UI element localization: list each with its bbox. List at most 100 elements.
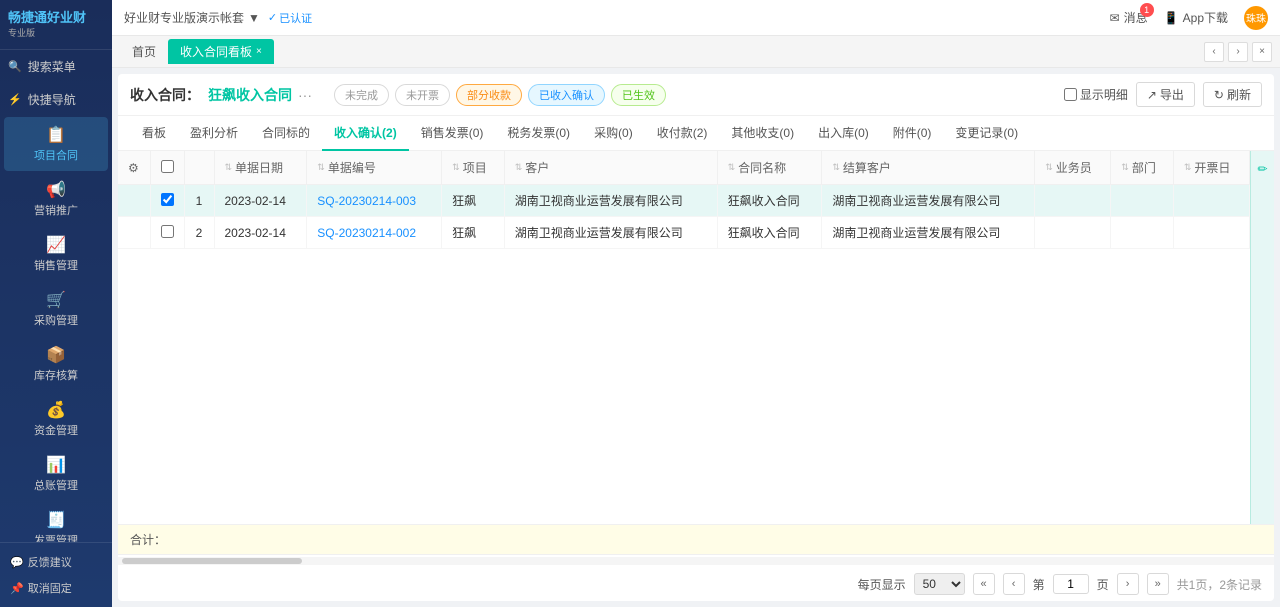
th-customer[interactable]: ⇅ 客户 [504, 151, 717, 185]
row-department-cell [1111, 185, 1174, 217]
settings-gear-icon[interactable]: ⚙ [128, 161, 139, 175]
page-size-select[interactable]: 20 50 100 [914, 573, 965, 595]
tab-revenue-confirm[interactable]: 收入确认(2) [322, 116, 409, 151]
status-tag-confirmed[interactable]: 已收入确认 [528, 84, 605, 106]
row-checkbox-cell[interactable] [150, 217, 184, 249]
sidebar-item-ledger[interactable]: 📊 总账管理 [4, 447, 108, 501]
more-options-button[interactable]: ··· [298, 87, 312, 103]
tabbar-navigation: ‹ › × [1204, 42, 1272, 62]
show-detail-label: 显示明细 [1080, 86, 1128, 103]
sidebar-item-finance[interactable]: 💰 资金管理 [4, 392, 108, 446]
settle-col-label: 结算客户 [843, 159, 891, 176]
order-no-link[interactable]: SQ-20230214-002 [317, 226, 416, 240]
row-checkbox[interactable] [161, 225, 174, 238]
order-no-link[interactable]: SQ-20230214-003 [317, 194, 416, 208]
tab-nav-prev[interactable]: ‹ [1204, 42, 1224, 62]
th-settle-customer[interactable]: ⇅ 结算客户 [822, 151, 1035, 185]
th-department[interactable]: ⇅ 部门 [1111, 151, 1174, 185]
tab-profit-analysis[interactable]: 盈利分析 [178, 116, 250, 151]
purchase-icon: 🛒 [46, 290, 66, 310]
tab-nav-close[interactable]: × [1252, 42, 1272, 62]
row-checkbox-cell[interactable] [150, 185, 184, 217]
tab-attachments[interactable]: 附件(0) [881, 116, 944, 151]
tab-payment[interactable]: 收付款(2) [645, 116, 720, 151]
th-order-no[interactable]: ⇅ 单据编号 [307, 151, 442, 185]
sidebar-quick-nav[interactable]: ⚡ 快捷导航 [0, 83, 112, 116]
horizontal-scrollbar[interactable] [118, 557, 1274, 565]
sidebar-unpin[interactable]: 📌 取消固定 [6, 575, 106, 601]
tab-change-log[interactable]: 变更记录(0) [943, 116, 1030, 151]
show-detail-input[interactable] [1064, 88, 1077, 101]
row-settings-cell [118, 217, 150, 249]
export-button[interactable]: ↗ 导出 [1136, 82, 1195, 107]
sidebar-logo: 畅捷通好业财 专业版 [0, 0, 112, 50]
table-row[interactable]: 1 2023-02-14 SQ-20230214-003 狂飙 湖南卫视商业运营… [118, 185, 1250, 217]
last-page-button[interactable]: » [1147, 573, 1169, 595]
sidebar-item-invoice[interactable]: 🧾 发票管理 [4, 502, 108, 542]
table-area: ⚙ ⇅ 单据日期 [118, 151, 1250, 524]
sidebar-item-sales[interactable]: 📈 销售管理 [4, 227, 108, 281]
marketing-icon: 📢 [46, 180, 66, 200]
sidebar-nav-label: 快捷导航 [28, 91, 76, 108]
tab-purchase[interactable]: 采购(0) [582, 116, 645, 151]
show-detail-checkbox[interactable]: 显示明细 [1064, 86, 1128, 103]
sidebar-item-label: 营销推广 [34, 202, 78, 218]
sidebar-item-project-contract[interactable]: 📋 项目合同 [4, 117, 108, 171]
sidebar-item-inventory[interactable]: 📦 库存核算 [4, 337, 108, 391]
th-checkbox[interactable] [150, 151, 184, 185]
row-order-no-cell[interactable]: SQ-20230214-003 [307, 185, 442, 217]
sidebar-item-label: 库存核算 [34, 367, 78, 383]
status-tag-uninvoiced[interactable]: 未开票 [395, 84, 450, 106]
sidebar-scroll: 📋 项目合同 📢 营销推广 📈 销售管理 🛒 采购管理 📦 库存核算 💰 资金管… [0, 116, 112, 542]
inv-date-sort-icon: ⇅ [1184, 162, 1192, 173]
th-salesman[interactable]: ⇅ 业务员 [1035, 151, 1111, 185]
tab-kanban[interactable]: 看板 [130, 116, 178, 151]
status-tag-partial-payment[interactable]: 部分收款 [456, 84, 522, 106]
page-number-input[interactable] [1053, 574, 1089, 594]
tab-nav-next[interactable]: › [1228, 42, 1248, 62]
table-row[interactable]: 2 2023-02-14 SQ-20230214-002 狂飙 湖南卫视商业运营… [118, 217, 1250, 249]
next-page-button[interactable]: › [1117, 573, 1139, 595]
sidebar-item-marketing[interactable]: 📢 营销推广 [4, 172, 108, 226]
company-selector[interactable]: 好业财专业版演示帐套 ▼ [124, 9, 260, 26]
row-date-cell: 2023-02-14 [214, 185, 307, 217]
status-tag-incomplete[interactable]: 未完成 [334, 84, 389, 106]
messages-button[interactable]: ✉ 消息 1 [1110, 9, 1148, 26]
first-page-button[interactable]: « [973, 573, 995, 595]
row-order-no-cell[interactable]: SQ-20230214-002 [307, 217, 442, 249]
tab-tax-invoice[interactable]: 税务发票(0) [495, 116, 582, 151]
inv-date-col-label: 开票日 [1194, 159, 1230, 176]
status-tag-effective[interactable]: 已生效 [611, 84, 666, 106]
sidebar-search-label: 搜索菜单 [28, 58, 76, 75]
th-date[interactable]: ⇅ 单据日期 [214, 151, 307, 185]
tab-close-icon[interactable]: × [256, 46, 262, 57]
company-name: 好业财专业版演示帐套 [124, 9, 244, 26]
app-download-button[interactable]: 📱 App下载 [1164, 9, 1228, 26]
sidebar-item-purchase[interactable]: 🛒 采购管理 [4, 282, 108, 336]
sidebar-feedback[interactable]: 💬 反馈建议 [6, 549, 106, 575]
tab-other-income[interactable]: 其他收支(0) [719, 116, 806, 151]
th-invoice-date[interactable]: ⇅ 开票日 [1173, 151, 1249, 185]
contract-sort-icon: ⇅ [728, 162, 736, 173]
tab-sales-invoice[interactable]: 销售发票(0) [409, 116, 496, 151]
scrollbar-thumb[interactable] [122, 558, 302, 564]
inventory-icon: 📦 [46, 345, 66, 365]
tab-contract-subject[interactable]: 合同标的 [250, 116, 322, 151]
tab-home[interactable]: 首页 [120, 39, 168, 64]
user-area[interactable]: 珠珠 [1244, 6, 1268, 30]
th-project[interactable]: ⇅ 项目 [442, 151, 505, 185]
title-name: 狂飙收入合同 [208, 85, 292, 105]
salesman-sort-icon: ⇅ [1045, 162, 1053, 173]
select-all-checkbox[interactable] [161, 160, 174, 173]
search-icon: 🔍 [8, 60, 22, 73]
th-settings[interactable]: ⚙ [118, 151, 150, 185]
tab-inout-stock[interactable]: 出入库(0) [806, 116, 881, 151]
th-contract-name[interactable]: ⇅ 合同名称 [717, 151, 822, 185]
prev-page-button[interactable]: ‹ [1003, 573, 1025, 595]
row-checkbox[interactable] [161, 193, 174, 206]
right-panel-edit-icon[interactable]: ✏ [1253, 159, 1273, 179]
tab-income-contract[interactable]: 收入合同看板 × [168, 39, 274, 64]
sidebar-search[interactable]: 🔍 搜索菜单 [0, 50, 112, 83]
refresh-button[interactable]: ↻ 刷新 [1203, 82, 1262, 107]
row-salesman-cell [1035, 217, 1111, 249]
